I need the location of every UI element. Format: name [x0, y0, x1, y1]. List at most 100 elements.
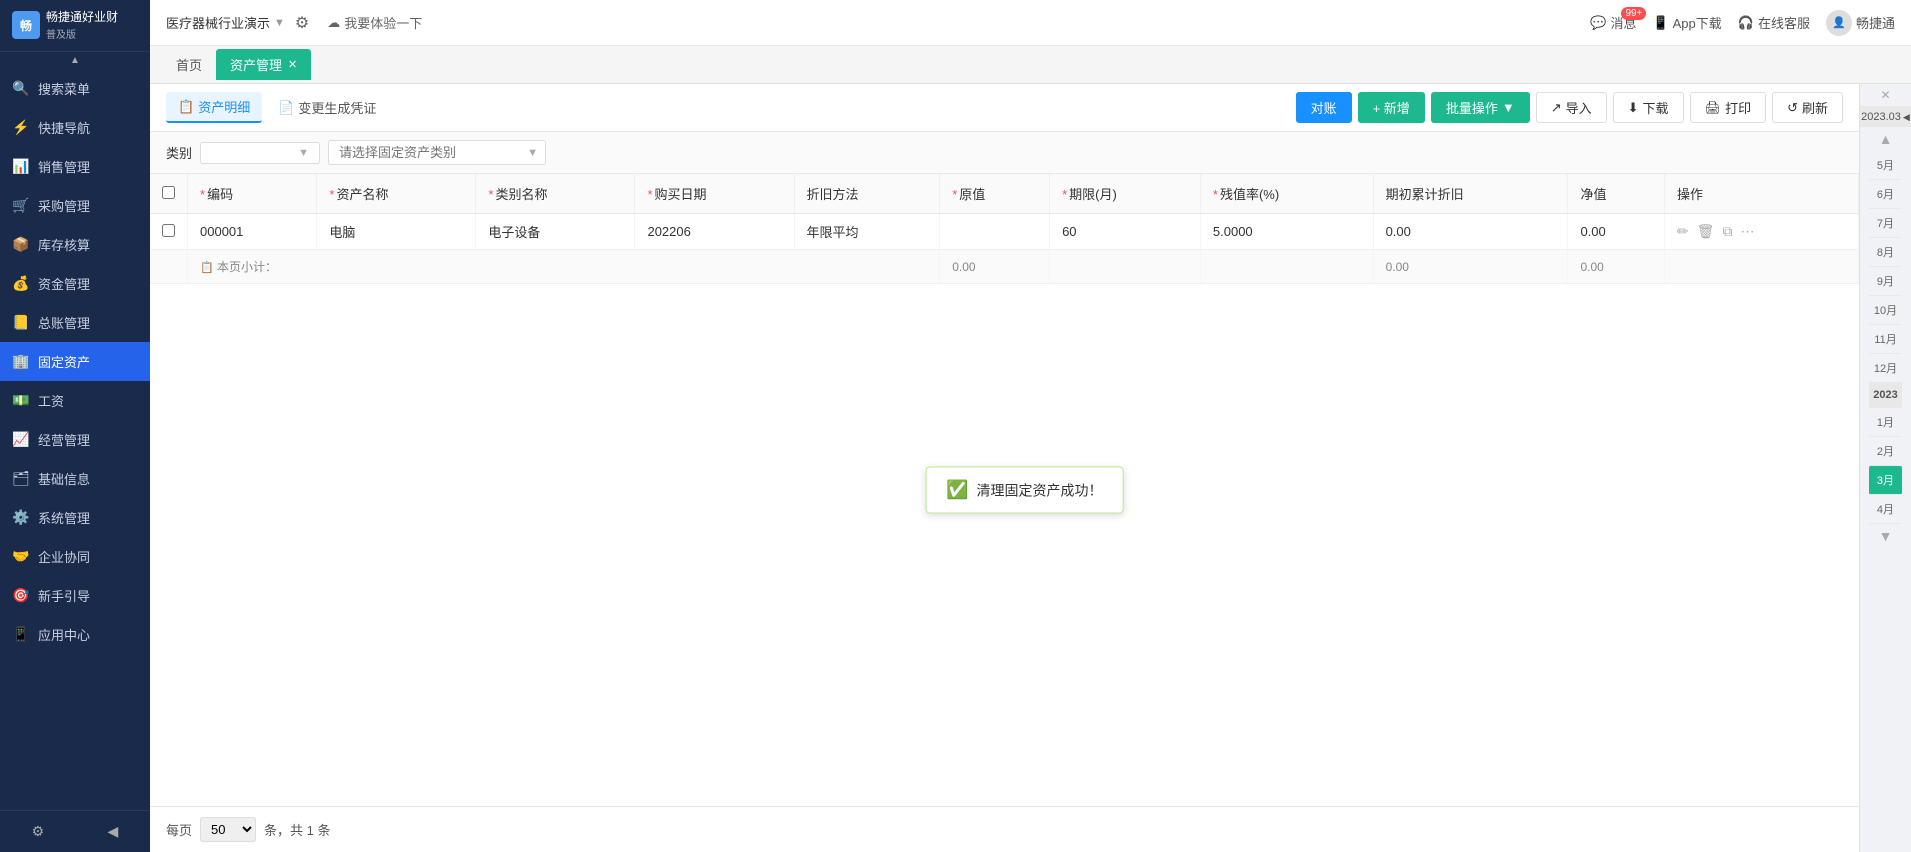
sidebar-item-ledger[interactable]: 📒总账管理 [0, 303, 150, 342]
timeline-item-6月[interactable]: 6月 [1869, 180, 1901, 209]
timeline-item-2023[interactable]: 2023 [1869, 383, 1901, 408]
delete-icon[interactable]: 🗑 [1697, 223, 1715, 240]
sidebar-scroll-up[interactable]: ▲ [0, 52, 150, 69]
import-button[interactable]: ↗ 导入 [1536, 92, 1607, 123]
copy-icon[interactable]: ⧉ [1722, 223, 1732, 240]
collapse-icon[interactable]: ◀ [100, 819, 127, 844]
timeline-up-nav[interactable]: ▲ [1875, 127, 1897, 151]
sidebar-item-assets[interactable]: 🏢 固定资产 [0, 342, 150, 381]
sidebar-item-label-search: 搜索菜单 [38, 79, 90, 98]
asset-category-input[interactable] [328, 140, 546, 165]
sidebar-item-basic[interactable]: 🗂基础信息 [0, 459, 150, 498]
sidebar-item-label-system: 系统管理 [38, 508, 90, 527]
guide-icon: 🎯 [12, 587, 30, 604]
assets-icon: 🏢 [12, 353, 30, 370]
company-selector[interactable]: 医疗器械行业演示 ▼ [166, 13, 285, 32]
row-net-value: 0.00 [1568, 214, 1665, 250]
th-accumulated-depreciation: 期初累计折旧 [1373, 174, 1568, 214]
filter-dropdown-icon: ▼ [527, 147, 538, 159]
tab-asset-management[interactable]: 资产管理 ✕ [216, 49, 311, 80]
download-label: 下载 [1643, 98, 1669, 117]
timeline-close-btn[interactable]: ✕ [1860, 84, 1911, 107]
timeline-item-7月[interactable]: 7月 [1869, 209, 1901, 238]
refresh-button[interactable]: ↺ 刷新 [1772, 92, 1843, 123]
timeline-item-2月[interactable]: 2月 [1869, 437, 1901, 466]
tab-home[interactable]: 首页 [166, 49, 212, 80]
sales-icon: 📊 [12, 158, 30, 175]
table-header-row: *编码 *资产名称 *类别名称 *购买日期 折旧方法 *原值 *期限(月) *残… [150, 174, 1859, 214]
print-button[interactable]: 🖨 打印 [1690, 92, 1767, 123]
message-btn[interactable]: 💬 消息 99+ [1590, 13, 1636, 32]
enterprise-icon: 🤝 [12, 548, 30, 565]
settings-gear-icon[interactable]: ⚙ [295, 13, 309, 33]
sidebar-item-search[interactable]: 🔍搜索菜单 [0, 69, 150, 108]
sidebar-item-purchase[interactable]: 🛒采购管理 [0, 186, 150, 225]
timeline-item-3月[interactable]: 3月 [1869, 466, 1901, 495]
timeline-item-11月[interactable]: 11月 [1869, 325, 1901, 354]
per-page-select[interactable]: 102050100 [200, 817, 256, 842]
timeline-item-8月[interactable]: 8月 [1869, 238, 1901, 267]
settings-icon[interactable]: ⚙ [24, 819, 53, 844]
logo-icon: 畅 [12, 11, 40, 39]
customer-service-btn[interactable]: 🎧 在线客服 [1738, 13, 1810, 32]
sidebar-nav: 🔍搜索菜单⚡快捷导航 📊 销售管理 🛒采购管理📦库存核算💰资金管理📒总账管理 🏢 固定资产… [0, 69, 150, 810]
timeline-item-12月[interactable]: 12月 [1869, 354, 1901, 383]
timeline-item-4月[interactable]: 4月 [1869, 495, 1901, 524]
sidebar-item-payroll[interactable]: 💵工资 [0, 381, 150, 420]
sidebar-item-label-assets: 固定资产 [38, 352, 90, 371]
tabbar: 首页 资产管理 ✕ [150, 46, 1911, 84]
row-code: 000001 [188, 214, 317, 250]
sidebar-item-label-sales: 销售管理 [38, 157, 90, 176]
sidebar-logo: 畅 畅捷通好业财 普及版 [0, 0, 150, 52]
sidebar-item-sales[interactable]: 📊 销售管理 [0, 147, 150, 186]
sidebar-item-operations[interactable]: 📈经营管理 [0, 420, 150, 459]
sidebar-item-enterprise[interactable]: 🤝企业协同 [0, 537, 150, 576]
batch-ops-arrow-icon: ▼ [1502, 100, 1515, 115]
select-all-checkbox[interactable] [162, 186, 175, 199]
subtotal-period [1050, 250, 1201, 284]
row-period: 60 [1050, 214, 1201, 250]
reconcile-button[interactable]: 对账 [1296, 92, 1352, 123]
sidebar-item-label-apps: 应用中心 [38, 625, 90, 644]
tab-close-icon[interactable]: ✕ [288, 58, 297, 71]
sidebar-item-inventory[interactable]: 📦库存核算 [0, 225, 150, 264]
timeline-down-nav[interactable]: ▼ [1875, 524, 1897, 548]
user-profile[interactable]: 👤 畅捷通 [1826, 10, 1895, 36]
sidebar-item-system[interactable]: ⚙️系统管理 [0, 498, 150, 537]
print-label: 打印 [1725, 98, 1751, 117]
success-toast: ✅ 清理固定资产成功！ [925, 467, 1123, 514]
row-checkbox-0[interactable] [162, 224, 175, 237]
sidebar-item-guide[interactable]: 🎯新手引导 [0, 576, 150, 615]
sidebar-item-apps[interactable]: 📱应用中心 [0, 615, 150, 654]
quicknav-icon: ⚡ [12, 119, 30, 136]
asset-detail-label: 资产明细 [198, 97, 250, 116]
new-button[interactable]: + 新增 [1358, 92, 1425, 123]
timeline-item-1月[interactable]: 1月 [1869, 408, 1901, 437]
sub-tab-change-voucher[interactable]: 📄 变更生成凭证 [266, 92, 388, 123]
toast-message: 清理固定资产成功！ [977, 480, 1103, 500]
table-row: 000001 电脑 电子设备 202206 年限平均 60 5.0000 0.0… [150, 214, 1859, 250]
download-button[interactable]: ⬇ 下载 [1613, 92, 1684, 123]
import-label: 导入 [1566, 98, 1592, 117]
app-download-btn[interactable]: 📱 App下载 [1652, 13, 1721, 32]
feedback-btn[interactable]: ☁ 我要体验一下 [327, 13, 422, 32]
sub-tab-asset-detail[interactable]: 📋 资产明细 [166, 92, 262, 123]
topbar: 医疗器械行业演示 ▼ ⚙ ☁ 我要体验一下 💬 消息 99+ 📱 App下载 🎧… [150, 0, 1911, 46]
batch-ops-button[interactable]: 批量操作 ▼ [1431, 92, 1530, 123]
subtotal-checkbox-cell [150, 250, 188, 284]
th-residual-rate: *残值率(%) [1200, 174, 1373, 214]
sidebar-item-quicknav[interactable]: ⚡快捷导航 [0, 108, 150, 147]
print-icon: 🖨 [1705, 100, 1722, 116]
batch-ops-label: 批量操作 [1446, 98, 1498, 117]
more-icon[interactable]: ⋯ [1740, 223, 1754, 240]
tab-asset-label: 资产管理 [230, 55, 282, 74]
timeline-header[interactable]: 2023.03 ◀ [1860, 107, 1911, 127]
timeline-item-5月[interactable]: 5月 [1869, 151, 1901, 180]
th-original-value: *原值 [940, 174, 1050, 214]
timeline-panel: ✕ 2023.03 ◀ ▲ 5月6月7月8月9月10月11月12月20231月2… [1859, 84, 1911, 852]
edit-icon[interactable]: ✏ [1677, 223, 1689, 240]
category-select[interactable]: ▼ [200, 142, 320, 164]
timeline-item-10月[interactable]: 10月 [1869, 296, 1901, 325]
timeline-item-9月[interactable]: 9月 [1869, 267, 1901, 296]
sidebar-item-finance[interactable]: 💰资金管理 [0, 264, 150, 303]
